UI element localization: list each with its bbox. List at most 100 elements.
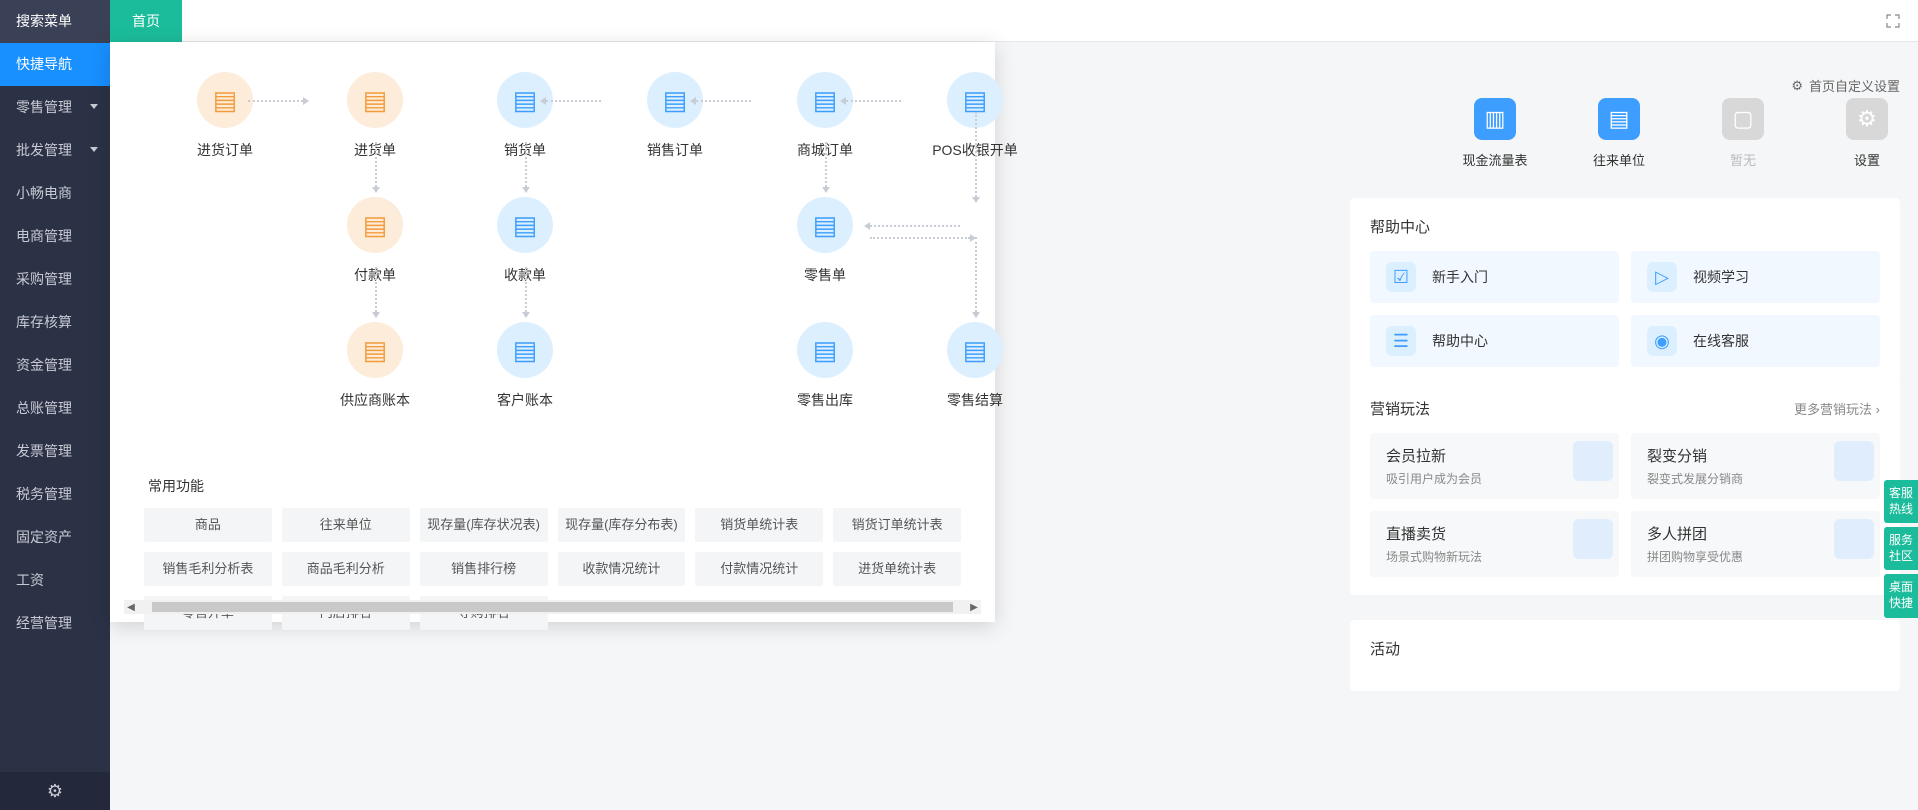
sidebar-item[interactable]: 税务管理 <box>0 473 110 516</box>
shortcut[interactable]: ⚙ 设置 <box>1834 98 1900 169</box>
settings-gear-icon[interactable]: ⚙ <box>0 772 110 810</box>
help-card[interactable]: ☰帮助中心 <box>1370 315 1619 367</box>
shortcut[interactable]: ▥ 现金流量表 <box>1462 98 1528 169</box>
tab-home[interactable]: 首页 <box>110 0 182 42</box>
common-function-button[interactable]: 付款情况统计 <box>695 552 823 586</box>
shortcut-icon: ▥ <box>1474 98 1516 140</box>
help-card[interactable]: ▷ 视频学习 <box>1631 251 1880 303</box>
flow-grid: ▤进货订单▤进货单▤销货单▤销售订单▤商城订单▤POS收银开单▤付款单▤收款单▤… <box>130 72 975 472</box>
flow-icon: ▤ <box>797 322 853 378</box>
sidebar-item[interactable]: 发票管理 <box>0 430 110 473</box>
common-function-button[interactable]: 销货订单统计表 <box>833 508 961 542</box>
common-function-button[interactable]: 现存量(库存状况表) <box>420 508 548 542</box>
flow-node[interactable]: ▤ 零售出库 <box>750 322 900 410</box>
common-function-button[interactable]: 销售毛利分析表 <box>144 552 272 586</box>
sidebar-item[interactable]: 资金管理 <box>0 344 110 387</box>
sidebar-item[interactable]: 零售管理 <box>0 86 110 129</box>
help-title: 帮助中心 <box>1370 216 1880 237</box>
shortcut-row: ▥ 现金流量表 ▤ 往来单位 ▢ 暂无 ⚙ 设置 <box>1350 98 1900 169</box>
flow-node[interactable]: ▤客户账本 <box>450 322 600 410</box>
flow-label: 供应商账本 <box>300 390 450 410</box>
common-function-button[interactable]: 销货单统计表 <box>695 508 823 542</box>
flow-label: 销售订单 <box>600 140 750 160</box>
scroll-right-icon[interactable]: ▶ <box>967 602 981 613</box>
marketing-card[interactable]: 直播卖货场景式购物新玩法 <box>1370 511 1619 577</box>
common-function-button[interactable]: 往来单位 <box>282 508 410 542</box>
shortcut-icon: ▤ <box>1598 98 1640 140</box>
flow-label: 客户账本 <box>450 390 600 410</box>
common-function-button[interactable]: 现存量(库存分布表) <box>558 508 686 542</box>
help-panel: 帮助中心 ☑新手入门 ▷ 视频学习 ☰帮助中心 ◉ 在线客服 <box>1350 198 1900 385</box>
help-label: 视频学习 <box>1693 267 1749 287</box>
flow-icon: ▤ <box>347 322 403 378</box>
marketing-card[interactable]: 会员拉新吸引用户成为会员 <box>1370 433 1619 499</box>
marketing-card-title: 裂变分销 <box>1647 445 1864 466</box>
marketing-card[interactable]: 多人拼团拼团购物享受优惠 <box>1631 511 1880 577</box>
shortcut[interactable]: ▢ 暂无 <box>1710 98 1776 169</box>
help-icon: ▷ <box>1647 262 1677 292</box>
gear-icon: ⚙ <box>1791 78 1803 94</box>
chevron-down-icon <box>90 147 98 152</box>
common-function-button[interactable]: 商品毛利分析 <box>282 552 410 586</box>
marketing-card-title: 会员拉新 <box>1386 445 1603 466</box>
shortcut-label: 往来单位 <box>1586 150 1652 169</box>
floating-buttons: 客服热线服务社区桌面快捷 <box>1884 480 1918 622</box>
marketing-card[interactable]: 裂变分销裂变式发展分销商 <box>1631 433 1880 499</box>
help-card[interactable]: ☑新手入门 <box>1370 251 1619 303</box>
scroll-left-icon[interactable]: ◀ <box>124 602 138 613</box>
common-function-button[interactable]: 商品 <box>144 508 272 542</box>
shortcut-label: 暂无 <box>1710 150 1776 169</box>
flow-node[interactable]: ▤零售结算 <box>900 322 1050 410</box>
flow-node[interactable]: ▤ 进货订单 <box>150 72 300 160</box>
flow-node[interactable]: ▤销售订单 <box>600 72 750 160</box>
sidebar-item[interactable]: 电商管理 <box>0 215 110 258</box>
activity-panel: 活动 <box>1350 620 1900 691</box>
flow-icon: ▤ <box>797 197 853 253</box>
common-function-button[interactable]: 进货单统计表 <box>833 552 961 586</box>
sidebar-item[interactable]: 工资 <box>0 559 110 602</box>
shortcut[interactable]: ▤ 往来单位 <box>1586 98 1652 169</box>
common-function-button[interactable]: 收款情况统计 <box>558 552 686 586</box>
help-label: 在线客服 <box>1693 331 1749 351</box>
floating-button[interactable]: 桌面快捷 <box>1884 574 1918 617</box>
flow-icon: ▤ <box>197 72 253 128</box>
sidebar-item[interactable]: 总账管理 <box>0 387 110 430</box>
sidebar-item[interactable]: 批发管理 <box>0 129 110 172</box>
flow-node[interactable]: ▤ 零售单 <box>750 197 900 285</box>
help-card[interactable]: ◉ 在线客服 <box>1631 315 1880 367</box>
flow-label: 零售出库 <box>750 390 900 410</box>
shortcut-label: 设置 <box>1834 150 1900 169</box>
chevron-down-icon <box>90 104 98 109</box>
shortcut-icon: ▢ <box>1722 98 1764 140</box>
horizontal-scrollbar[interactable]: ◀ ▶ <box>124 600 981 614</box>
activity-title: 活动 <box>1370 638 1880 659</box>
flow-node[interactable]: ▤ 供应商账本 <box>300 322 450 410</box>
quick-nav-flyout: ▤进货订单▤进货单▤销货单▤销售订单▤商城订单▤POS收银开单▤付款单▤收款单▤… <box>110 42 995 622</box>
flow-icon: ▤ <box>347 72 403 128</box>
sidebar-item[interactable]: 经营管理 <box>0 602 110 645</box>
flow-label: 进货订单 <box>150 140 300 160</box>
home-custom-settings[interactable]: ⚙ 首页自定义设置 <box>1791 76 1900 95</box>
sidebar-item[interactable]: 采购管理 <box>0 258 110 301</box>
sidebar-item[interactable]: 快捷导航 <box>0 43 110 86</box>
sidebar-item[interactable]: 库存核算 <box>0 301 110 344</box>
common-functions-title: 常用功能 <box>148 476 975 496</box>
scrollbar-thumb[interactable] <box>152 602 953 612</box>
flow-icon: ▤ <box>947 322 1003 378</box>
marketing-more[interactable]: 更多营销玩法 › <box>1794 399 1880 418</box>
tab-bar: 首页 <box>110 0 1918 42</box>
sidebar-item[interactable]: 小畅电商 <box>0 172 110 215</box>
shortcut-label: 现金流量表 <box>1462 150 1528 169</box>
common-function-button[interactable]: 销售排行榜 <box>420 552 548 586</box>
fullscreen-icon[interactable] <box>1874 2 1912 40</box>
shortcut-icon: ⚙ <box>1846 98 1888 140</box>
marketing-card-title: 多人拼团 <box>1647 523 1864 544</box>
sidebar-search[interactable]: 搜索菜单 <box>0 0 110 43</box>
sidebar-item[interactable]: 固定资产 <box>0 516 110 559</box>
floating-button[interactable]: 服务社区 <box>1884 527 1918 570</box>
flow-label: 零售单 <box>750 265 900 285</box>
help-icon: ◉ <box>1647 326 1677 356</box>
marketing-card-sub: 拼团购物享受优惠 <box>1647 548 1864 565</box>
flow-icon: ▤ <box>497 197 553 253</box>
floating-button[interactable]: 客服热线 <box>1884 480 1918 523</box>
